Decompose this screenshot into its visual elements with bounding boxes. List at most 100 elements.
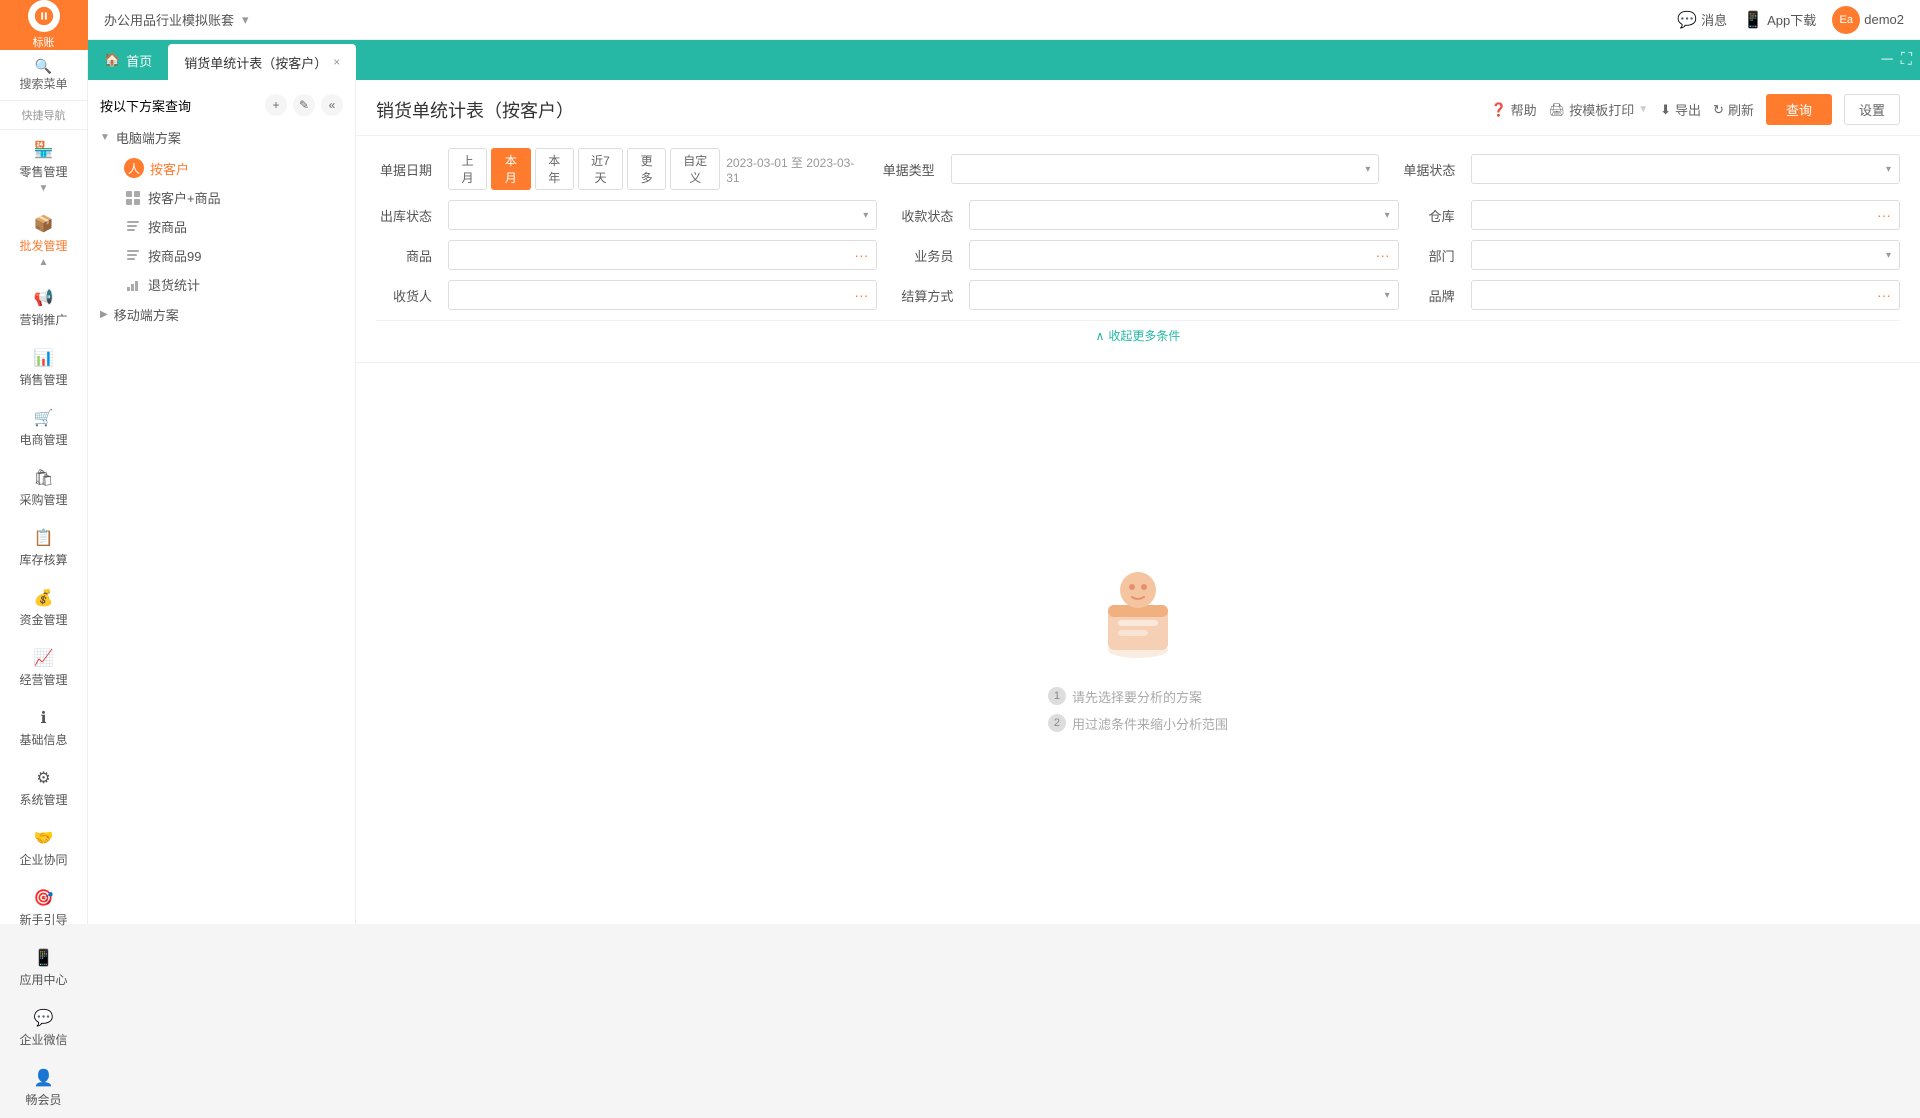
date-btn-more[interactable]: 更多 [627,148,666,190]
settings-btn[interactable]: 设置 [1844,94,1900,125]
sidebar-item-finance[interactable]: 💰 资金管理 [0,578,87,638]
add-scheme-btn[interactable]: + [265,94,287,116]
date-btn-last-month[interactable]: 上月 [448,148,487,190]
sidebar-search[interactable]: 🔍 搜索菜单 [0,50,87,101]
page-title: 销货单统计表（按客户） [376,97,574,123]
sidebar-item-ecommerce[interactable]: 🛒 电商管理 [0,398,87,458]
page-header: 销货单统计表（按客户） ❓ 帮助 🖨 按模板打印 ▼ ⬇ 导出 [356,80,1920,136]
retail-arrow: ▼ [39,183,49,194]
goods-select[interactable]: ··· [448,240,877,270]
template-print-btn[interactable]: 🖨 按模板打印 ▼ [1549,100,1648,119]
receiver-select[interactable]: ··· [448,280,877,310]
app-download-label: App下载 [1767,10,1816,29]
tree-desktop-group[interactable]: ▼ 电脑端方案 [88,122,355,153]
dept-label: 部门 [1415,246,1455,265]
tip-text-2: 用过滤条件来缩小分析范围 [1072,714,1228,733]
main-area: 办公用品行业模拟账套 ▾ 💬 消息 📱 App下载 Ea demo2 🏠 首页 [88,0,1920,924]
sidebar-item-label: 应用中心 [19,971,67,988]
doc-status-arrow: ▾ [1886,164,1891,175]
tab-minimize-btn[interactable]: ─ [1881,51,1892,69]
payment-status-select[interactable]: ▾ [969,200,1398,230]
date-btn-7days[interactable]: 近7天 [578,148,623,190]
collapse-icon: « [329,98,336,112]
receiver-label: 收货人 [376,286,432,305]
receiver-dots[interactable]: ··· [854,287,868,303]
date-btn-this-year[interactable]: 本年 [535,148,574,190]
tree-item-by-customer[interactable]: 人 按客户 [88,153,355,183]
wechat-icon: 💬 [34,1008,54,1028]
tree-item-by-goods[interactable]: 按商品 [88,212,355,241]
out-status-select[interactable]: ▾ [448,200,877,230]
date-btn-custom[interactable]: 自定义 [670,148,720,190]
tab-home[interactable]: 🏠 首页 [88,40,168,80]
brand-select[interactable]: ··· [1471,280,1900,310]
edit-scheme-btn[interactable]: ✎ [293,94,315,116]
date-filter-control: 上月 本月 本年 近7天 更多 自定义 2023-03-01 至 2023-03… [448,148,859,190]
filter-row-1: 单据日期 上月 本月 本年 近7天 更多 自定义 2023-03-01 至 20… [376,148,1900,190]
sidebar-item-marketing[interactable]: 📢 营销推广 [0,278,87,338]
tree-item-return-stats[interactable]: 退货统计 [88,270,355,299]
sidebar-item-operation[interactable]: 📈 经营管理 [0,638,87,698]
help-btn[interactable]: ❓ 帮助 [1490,100,1536,119]
wholesale-icon: 📦 [34,214,54,234]
goods-dots[interactable]: ··· [854,247,868,263]
tab-expand-btn[interactable]: ⛶ [1901,51,1912,69]
sidebar-item-member[interactable]: 👤 畅会员 [0,1058,87,1118]
refresh-btn[interactable]: ↻ 刷新 [1713,100,1754,119]
collapse-bar[interactable]: ∧ 收起更多条件 [376,320,1900,350]
messages-btn[interactable]: 💬 消息 [1677,10,1727,30]
staff-dots[interactable]: ··· [1376,247,1390,263]
dropdown-icon[interactable]: ▾ [242,12,249,28]
sidebar-item-retail[interactable]: 🏪 零售管理 ▼ [0,130,87,204]
sidebar-item-purchase[interactable]: 🛍 采购管理 [0,458,87,518]
sidebar-item-label: 营销推广 [19,311,67,328]
user-menu[interactable]: Ea demo2 [1832,6,1904,34]
messages-label: 消息 [1701,10,1727,29]
doc-type-select[interactable]: ▾ [951,154,1380,184]
date-btn-this-month[interactable]: 本月 [491,148,530,190]
by-goods99-label: 按商品99 [148,246,201,265]
sidebar-item-newbie[interactable]: 🎯 新手引导 [0,878,87,938]
staff-select[interactable]: ··· [969,240,1398,270]
brand-label: 品牌 [1415,286,1455,305]
sidebar-item-sales[interactable]: 📊 销售管理 [0,338,87,398]
user-avatar: Ea [1832,6,1860,34]
date-buttons: 上月 本月 本年 近7天 更多 自定义 [448,148,720,190]
dept-arrow: ▾ [1886,250,1891,261]
wholesale-arrow: ▲ [39,257,49,268]
sidebar-item-label: 批发管理 [19,237,67,254]
download-icon: 📱 [1743,10,1763,30]
sidebar-item-wechat[interactable]: 💬 企业微信 [0,998,87,1058]
query-btn[interactable]: 查询 [1766,94,1832,125]
sidebar-item-enterprise[interactable]: 🤝 企业协同 [0,818,87,878]
export-icon: ⬇ [1660,102,1671,118]
doc-status-select[interactable]: ▾ [1471,154,1900,184]
sidebar-item-label: 电商管理 [19,431,67,448]
settlement-select[interactable]: ▾ [969,280,1398,310]
warehouse-select[interactable]: ··· [1471,200,1900,230]
sidebar-item-wholesale[interactable]: 📦 批发管理 ▲ [0,204,87,278]
export-btn[interactable]: ⬇ 导出 [1660,100,1701,119]
brand-dots[interactable]: ··· [1877,287,1891,303]
sidebar-item-inventory[interactable]: 📋 库存核算 [0,518,87,578]
sidebar-item-system[interactable]: ⚙ 系统管理 [0,758,87,818]
tree-mobile-group[interactable]: ▶ 移动端方案 [88,299,355,330]
collapse-panel-btn[interactable]: « [321,94,343,116]
tree-item-by-goods99[interactable]: 按商品99 [88,241,355,270]
tab-close-btn[interactable]: × [333,55,340,69]
filter-row-4: 收货人 ··· 结算方式 ▾ 品牌 ··· [376,280,1900,310]
user-name: demo2 [1864,12,1904,27]
warehouse-dots[interactable]: ··· [1877,207,1891,223]
sidebar-search-label: 搜索菜单 [0,75,87,92]
tip-text-1: 请先选择要分析的方案 [1072,687,1202,706]
tree-item-by-customer-goods[interactable]: 按客户+商品 [88,183,355,212]
page-actions: ❓ 帮助 🖨 按模板打印 ▼ ⬇ 导出 ↻ 刷新 [1490,94,1900,125]
sidebar-item-appcenter[interactable]: 📱 应用中心 [0,938,87,998]
by-customer-label: 按客户 [150,159,189,178]
staff-label: 业务员 [893,246,953,265]
tip-num-1: 1 [1048,687,1066,705]
app-download-btn[interactable]: 📱 App下载 [1743,10,1816,30]
dept-select[interactable]: ▾ [1471,240,1900,270]
sidebar-item-basic[interactable]: ℹ 基础信息 [0,698,87,758]
tab-sales-stats[interactable]: 销货单统计表（按客户） × [168,44,356,80]
